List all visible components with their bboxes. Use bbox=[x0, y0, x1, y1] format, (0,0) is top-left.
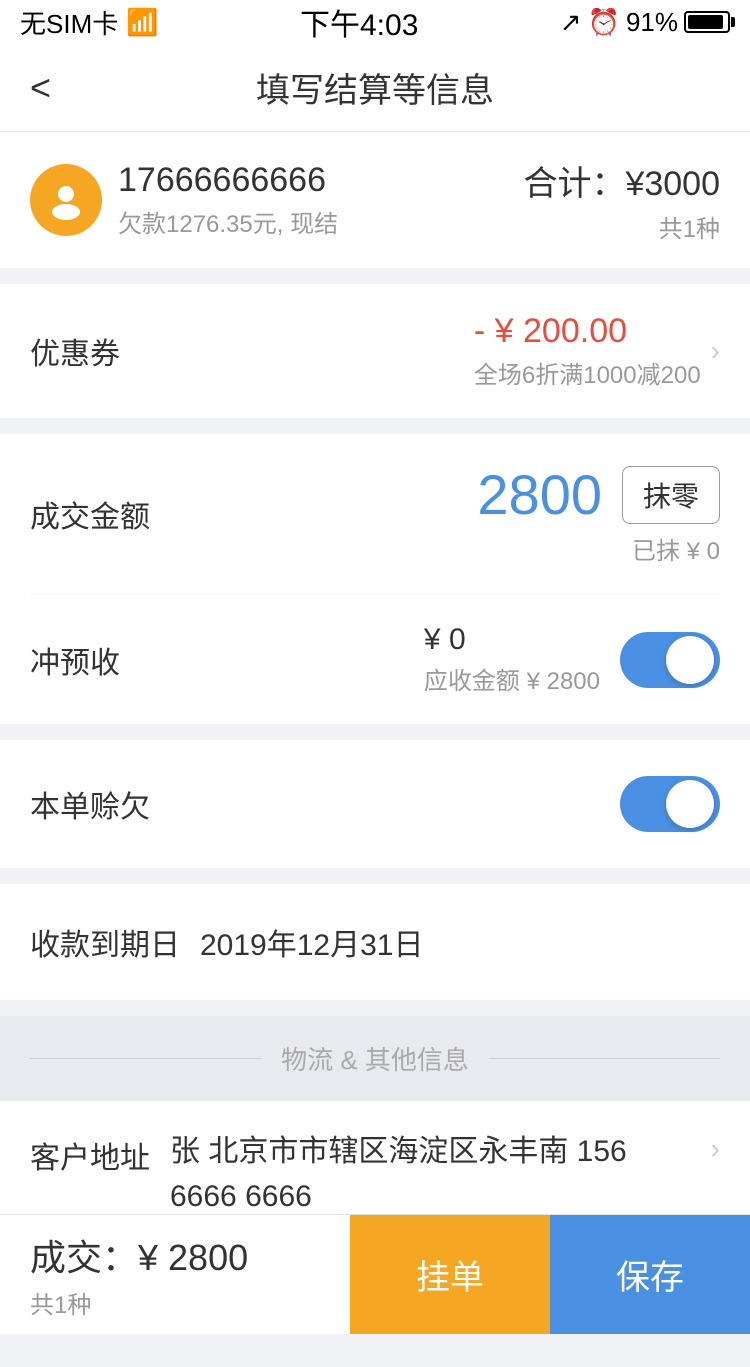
coupon-desc: 全场6折满1000减200 bbox=[474, 355, 701, 390]
wifi-icon: 📶 bbox=[126, 7, 158, 38]
prepay-sub: 应收金额 ¥ 2800 bbox=[424, 661, 600, 696]
status-right: ↗ ⏰ 91% bbox=[560, 7, 730, 38]
address-value: 张 北京市市辖区海淀区永丰南 156 6666 6666 bbox=[170, 1129, 701, 1219]
prepay-label: 冲预收 bbox=[30, 638, 120, 682]
address-label: 客户地址 bbox=[30, 1133, 150, 1177]
total-count: 共1种 bbox=[523, 209, 720, 244]
coupon-row[interactable]: 优惠券 - ¥ 200.00 全场6折满1000减200 › bbox=[0, 284, 750, 418]
prepay-amount: ¥ 0 bbox=[424, 623, 600, 657]
section-divider: 物流 & 其他信息 bbox=[0, 1016, 750, 1101]
prepay-row: 冲预收 ¥ 0 应收金额 ¥ 2800 bbox=[30, 595, 720, 724]
nav-title: 填写结算等信息 bbox=[256, 63, 494, 112]
deal-amount-value: 2800 bbox=[477, 462, 602, 527]
coupon-chevron-icon: › bbox=[711, 335, 720, 367]
pending-button[interactable]: 挂单 bbox=[350, 1215, 550, 1334]
duedate-row: 收款到期日 2019年12月31日 bbox=[0, 884, 750, 1000]
deal-section: 成交金额 2800 抹零 已抹 ¥ 0 冲预收 ¥ 0 应收金额 ¥ 2800 bbox=[0, 434, 750, 724]
status-time: 下午4:03 bbox=[300, 0, 418, 44]
customer-right: 合计：¥3000 共1种 bbox=[523, 156, 720, 244]
footer-deal-amount: ¥ 2800 bbox=[138, 1237, 248, 1278]
customer-card: 17666666666 欠款1276.35元, 现结 合计：¥3000 共1种 bbox=[0, 132, 750, 268]
status-bar: 无SIM卡 📶 下午4:03 ↗ ⏰ 91% bbox=[0, 0, 750, 44]
coupon-right: - ¥ 200.00 全场6折满1000减200 › bbox=[474, 312, 720, 390]
location-icon: ↗ bbox=[560, 7, 582, 38]
battery-percent: 91% bbox=[626, 7, 678, 38]
toggle-knob bbox=[666, 636, 714, 684]
prepay-toggle[interactable] bbox=[620, 632, 720, 688]
divider-line-right bbox=[489, 1058, 720, 1059]
carrier-text: 无SIM卡 bbox=[20, 4, 118, 41]
battery-indicator bbox=[684, 11, 730, 33]
status-left: 无SIM卡 📶 bbox=[20, 4, 159, 41]
avatar bbox=[30, 164, 102, 236]
back-button[interactable]: < bbox=[30, 67, 51, 109]
footer-count: 共1种 bbox=[30, 1285, 320, 1320]
customer-left: 17666666666 欠款1276.35元, 现结 bbox=[30, 161, 338, 239]
footer: 成交：¥ 2800 共1种 挂单 保存 bbox=[0, 1214, 750, 1334]
round-button[interactable]: 抹零 bbox=[622, 466, 720, 524]
deal-amount-right: 2800 抹零 bbox=[477, 462, 720, 527]
deal-amount-label: 成交金额 bbox=[30, 492, 150, 536]
coupon-label: 优惠券 bbox=[30, 329, 120, 373]
customer-phone: 17666666666 bbox=[118, 161, 338, 200]
duedate-label: 收款到期日 bbox=[30, 920, 180, 964]
prepay-right: ¥ 0 应收金额 ¥ 2800 bbox=[424, 623, 720, 696]
deal-amount-row: 成交金额 2800 抹零 已抹 ¥ 0 bbox=[30, 434, 720, 595]
footer-deal-label: 成交： bbox=[30, 1237, 138, 1278]
content: 17666666666 欠款1276.35元, 现结 合计：¥3000 共1种 … bbox=[0, 132, 750, 1367]
duedate-value: 2019年12月31日 bbox=[200, 920, 423, 964]
address-chevron-icon: › bbox=[711, 1133, 720, 1165]
alarm-icon: ⏰ bbox=[588, 7, 620, 38]
divider-line-left bbox=[30, 1058, 261, 1059]
debt-label: 本单赊欠 bbox=[30, 782, 150, 826]
battery-fill bbox=[688, 15, 723, 29]
divider-text: 物流 & 其他信息 bbox=[281, 1040, 469, 1077]
total-amount: 合计：¥3000 bbox=[523, 156, 720, 205]
footer-info: 成交：¥ 2800 共1种 bbox=[0, 1215, 350, 1334]
customer-info: 17666666666 欠款1276.35元, 现结 bbox=[118, 161, 338, 239]
save-button[interactable]: 保存 bbox=[550, 1215, 750, 1334]
customer-sub: 欠款1276.35元, 现结 bbox=[118, 204, 338, 239]
footer-deal-text: 成交：¥ 2800 bbox=[30, 1229, 320, 1281]
nav-bar: < 填写结算等信息 bbox=[0, 44, 750, 132]
debt-toggle-knob bbox=[666, 780, 714, 828]
debt-row: 本单赊欠 bbox=[0, 740, 750, 868]
deal-sub: 已抹 ¥ 0 bbox=[477, 531, 720, 566]
coupon-discount: - ¥ 200.00 bbox=[474, 312, 701, 351]
debt-toggle[interactable] bbox=[620, 776, 720, 832]
